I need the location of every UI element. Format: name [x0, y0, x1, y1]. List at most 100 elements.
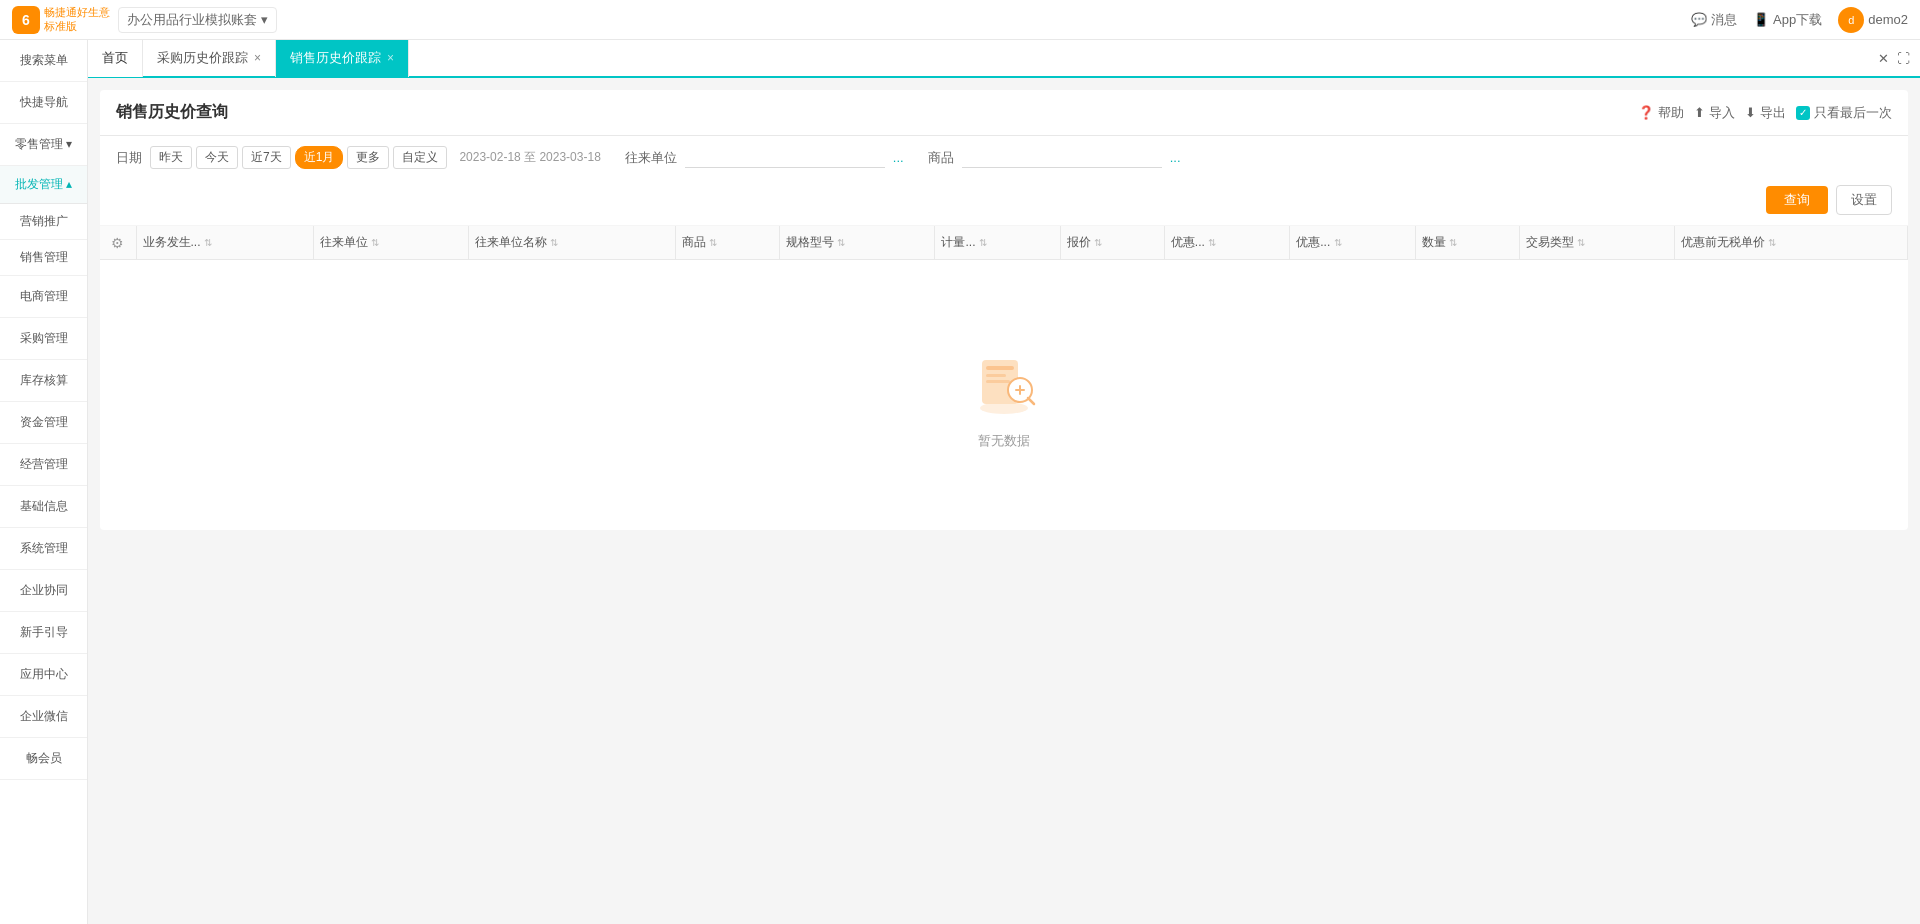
col-unit[interactable]: 计量... ⇅ [935, 226, 1060, 260]
sidebar-item-system[interactable]: 系统管理 [0, 528, 87, 570]
col-discount2[interactable]: 优惠... ⇅ [1290, 226, 1415, 260]
tab-purchase-close[interactable]: × [254, 51, 261, 65]
tab-actions: ✕ ⛶ [1878, 51, 1920, 66]
check-icon: ✓ [1796, 106, 1810, 120]
app-center-label: 应用中心 [20, 667, 68, 681]
supplier-input[interactable] [685, 148, 885, 168]
shortcuts-label: 快捷导航 [20, 95, 68, 109]
avatar: d [1838, 7, 1864, 33]
sidebar-item-ecommerce[interactable]: 电商管理 [0, 276, 87, 318]
sort-icon-partner-name: ⇅ [550, 237, 558, 248]
sidebar-item-basic-info[interactable]: 基础信息 [0, 486, 87, 528]
tab-home[interactable]: 首页 [88, 40, 143, 77]
basic-info-label: 基础信息 [20, 499, 68, 513]
sidebar-item-enterprise-wechat[interactable]: 企业微信 [0, 696, 87, 738]
setting-button[interactable]: 设置 [1836, 185, 1892, 215]
product-label: 商品 [928, 149, 954, 167]
inventory-label: 库存核算 [20, 373, 68, 387]
date-btn-1month[interactable]: 近1月 [295, 146, 344, 169]
tab-sales-price[interactable]: 销售历史价跟踪 × [276, 40, 409, 77]
date-btn-7days[interactable]: 近7天 [242, 146, 291, 169]
operations-label: 经营管理 [20, 457, 68, 471]
col-settings[interactable]: ⚙ [100, 226, 136, 260]
supplier-label: 往来单位 [625, 149, 677, 167]
sidebar-item-onboarding[interactable]: 新手引导 [0, 612, 87, 654]
chevron-down-icon: ▾ [261, 12, 268, 27]
tab-bar: 首页 采购历史价跟踪 × 销售历史价跟踪 × ✕ ⛶ [88, 40, 1920, 78]
col-price[interactable]: 报价 ⇅ [1060, 226, 1164, 260]
export-icon: ⬇ [1745, 105, 1756, 120]
date-label: 日期 [116, 149, 142, 167]
sidebar-item-vip[interactable]: 畅会员 [0, 738, 87, 780]
message-button[interactable]: 💬 消息 [1691, 11, 1737, 29]
sort-icon-price: ⇅ [1094, 237, 1102, 248]
user-menu[interactable]: d demo2 [1838, 7, 1908, 33]
sidebar: 搜索菜单 快捷导航 零售管理 ▾ 批发管理 ▴ 营销推广 销售管理 电商管理 采… [0, 40, 88, 924]
date-btn-today[interactable]: 今天 [196, 146, 238, 169]
tab-sales-close[interactable]: × [387, 51, 394, 65]
sort-icon-discount2: ⇅ [1334, 237, 1342, 248]
date-btn-yesterday[interactable]: 昨天 [150, 146, 192, 169]
empty-text: 暂无数据 [978, 432, 1030, 450]
col-spec[interactable]: 规格型号 ⇅ [779, 226, 934, 260]
sidebar-item-enterprise-collab[interactable]: 企业协同 [0, 570, 87, 612]
sidebar-item-shortcuts[interactable]: 快捷导航 [0, 82, 87, 124]
page-header: 销售历史价查询 ❓ 帮助 ⬆ 导入 ⬇ 导出 ✓ [100, 90, 1908, 136]
col-product[interactable]: 商品 ⇅ [676, 226, 780, 260]
export-button[interactable]: ⬇ 导出 [1745, 104, 1786, 122]
sort-icon-partner: ⇅ [371, 237, 379, 248]
col-trade-type[interactable]: 交易类型 ⇅ [1519, 226, 1674, 260]
sidebar-item-purchase[interactable]: 采购管理 [0, 318, 87, 360]
date-buttons: 昨天 今天 近7天 近1月 更多 自定义 [150, 146, 447, 169]
filter-area: 日期 昨天 今天 近7天 近1月 更多 自定义 2023-02-18 至 202… [100, 136, 1908, 179]
sidebar-item-operations[interactable]: 经营管理 [0, 444, 87, 486]
template-selector[interactable]: 办公用品行业模拟账套 ▾ [118, 7, 277, 33]
app-download-button[interactable]: 📱 App下载 [1753, 11, 1822, 29]
sidebar-item-app-center[interactable]: 应用中心 [0, 654, 87, 696]
col-pretax-price[interactable]: 优惠前无税单价 ⇅ [1675, 226, 1908, 260]
date-range: 2023-02-18 至 2023-03-18 [459, 149, 600, 166]
tab-purchase-price[interactable]: 采购历史价跟踪 × [143, 40, 276, 77]
sidebar-item-sales[interactable]: 销售管理 [0, 240, 87, 276]
topbar: 6 畅捷通好生意 标准版 办公用品行业模拟账套 ▾ 💬 消息 📱 App下载 d… [0, 0, 1920, 40]
sidebar-item-finance[interactable]: 资金管理 [0, 402, 87, 444]
settings-icon[interactable]: ⚙ [111, 235, 124, 251]
sidebar-item-retail[interactable]: 零售管理 ▾ [0, 124, 87, 166]
sidebar-item-marketing[interactable]: 营销推广 [0, 204, 87, 240]
help-button[interactable]: ❓ 帮助 [1638, 104, 1684, 122]
product-ellipsis[interactable]: ... [1170, 150, 1181, 165]
enterprise-wechat-label: 企业微信 [20, 709, 68, 723]
maximize-icon[interactable]: ⛶ [1897, 51, 1910, 66]
marketing-label: 营销推广 [20, 214, 68, 228]
search-button[interactable]: 查询 [1766, 186, 1828, 214]
supplier-ellipsis[interactable]: ... [893, 150, 904, 165]
data-table: ⚙ 业务发生... ⇅ 往来单位 ⇅ 往来单位名称 ⇅ 商品 ⇅ 规格型号 ⇅ … [100, 226, 1908, 530]
ecommerce-label: 电商管理 [20, 289, 68, 303]
col-partner[interactable]: 往来单位 ⇅ [313, 226, 468, 260]
sidebar-item-wholesale[interactable]: 批发管理 ▴ [0, 166, 87, 204]
close-all-icon[interactable]: ✕ [1878, 51, 1889, 66]
date-btn-custom[interactable]: 自定义 [393, 146, 447, 169]
sidebar-item-inventory[interactable]: 库存核算 [0, 360, 87, 402]
table-container: ⚙ 业务发生... ⇅ 往来单位 ⇅ 往来单位名称 ⇅ 商品 ⇅ 规格型号 ⇅ … [100, 226, 1908, 530]
sort-icon-product: ⇅ [709, 237, 717, 248]
enterprise-collab-label: 企业协同 [20, 583, 68, 597]
col-discount1[interactable]: 优惠... ⇅ [1164, 226, 1289, 260]
action-row: 查询 设置 [100, 179, 1908, 225]
sidebar-item-search[interactable]: 搜索菜单 [0, 40, 87, 82]
product-input[interactable] [962, 148, 1162, 168]
filter-row: 日期 昨天 今天 近7天 近1月 更多 自定义 2023-02-18 至 202… [116, 146, 1892, 169]
topbar-left: 6 畅捷通好生意 标准版 办公用品行业模拟账套 ▾ [12, 6, 277, 34]
vip-label: 畅会员 [26, 751, 62, 765]
col-biz-date[interactable]: 业务发生... ⇅ [136, 226, 313, 260]
col-partner-name[interactable]: 往来单位名称 ⇅ [469, 226, 676, 260]
help-icon: ❓ [1638, 105, 1654, 120]
svg-rect-4 [986, 380, 1010, 383]
date-btn-more[interactable]: 更多 [347, 146, 389, 169]
import-button[interactable]: ⬆ 导入 [1694, 104, 1735, 122]
col-qty[interactable]: 数量 ⇅ [1415, 226, 1519, 260]
sort-icon-discount1: ⇅ [1208, 237, 1216, 248]
empty-image [964, 340, 1044, 420]
only-last-toggle[interactable]: ✓ 只看最后一次 [1796, 104, 1892, 122]
sort-icon-spec: ⇅ [837, 237, 845, 248]
